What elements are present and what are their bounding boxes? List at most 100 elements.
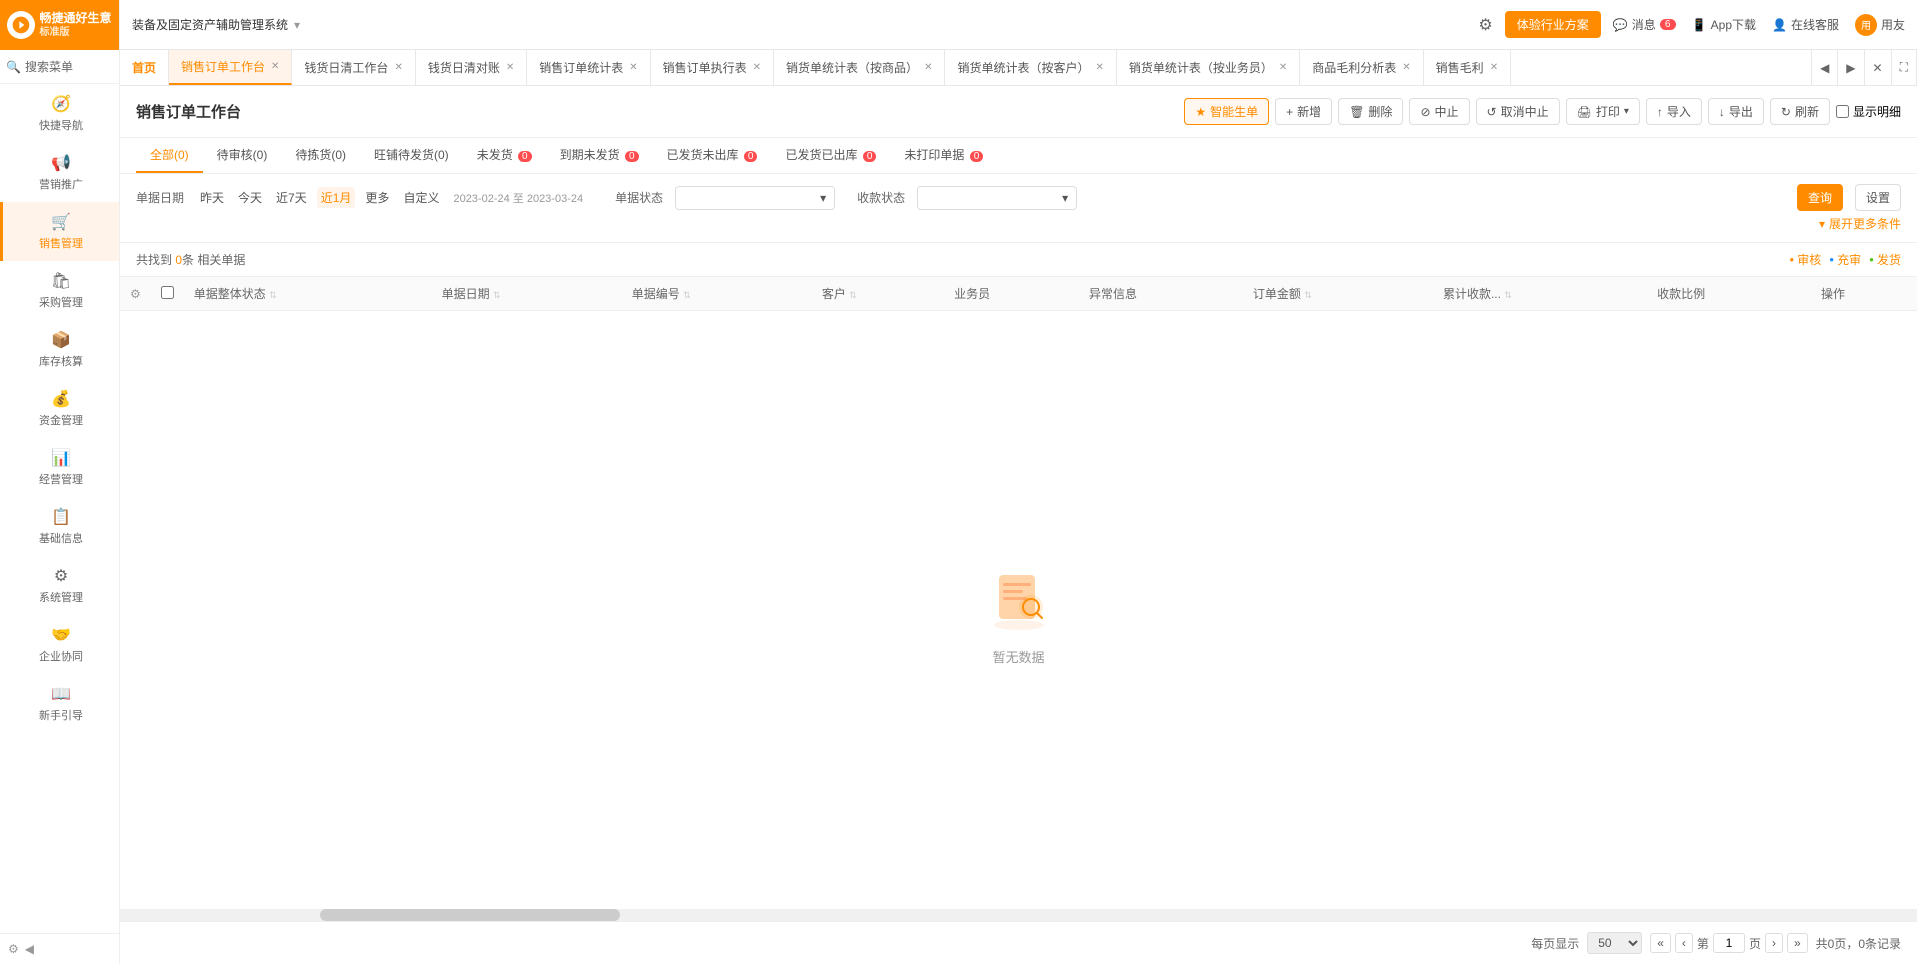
sidebar-item-quick-nav[interactable]: 🧭 快捷导航 <box>0 84 119 143</box>
sales-icon: 🛒 <box>51 212 71 232</box>
subtab-wangpu[interactable]: 旺铺待发货(0) <box>360 138 463 173</box>
system-title: 装备及固定资产辅助管理系统 ▾ <box>132 16 1466 33</box>
subtab-pending-inspect[interactable]: 待拣货(0) <box>281 138 360 173</box>
smart-order-button[interactable]: ★ 智能生单 <box>1184 98 1269 125</box>
search-button[interactable]: 查询 <box>1797 184 1843 211</box>
sort-icon[interactable]: ⇅ <box>849 290 857 300</box>
sidebar-item-finance[interactable]: 💰 资金管理 <box>0 379 119 438</box>
tab-sales-stats[interactable]: 销售订单统计表 ✕ <box>527 50 650 85</box>
status-filter-select[interactable]: ▾ <box>675 186 835 210</box>
logo-icon <box>7 11 35 39</box>
scrollbar-thumb[interactable] <box>320 909 620 921</box>
subtab-pending-review[interactable]: 待审核(0) <box>203 138 282 173</box>
review-action[interactable]: 审核 <box>1789 251 1821 268</box>
tab-close-icon[interactable]: ✕ <box>506 62 514 73</box>
sidebar-item-purchase[interactable]: 🛍 采购管理 <box>0 261 119 320</box>
tab-close-icon[interactable]: ✕ <box>394 62 402 73</box>
search-menu[interactable]: 🔍 搜索菜单 <box>0 50 119 84</box>
tab-sales-stats3[interactable]: 销货单统计表（按客户） ✕ <box>945 50 1116 85</box>
date-opt-yesterday[interactable]: 昨天 <box>196 187 228 208</box>
tab-close-icon[interactable]: ✕ <box>1402 62 1410 73</box>
show-detail-checkbox[interactable]: 显示明细 <box>1836 103 1901 120</box>
tab-margin-analysis[interactable]: 商品毛利分析表 ✕ <box>1300 50 1423 85</box>
cancel-stop-button[interactable]: ↺ 取消中止 <box>1476 98 1560 125</box>
message-button[interactable]: 💬 消息 6 <box>1613 16 1676 33</box>
date-opt-today[interactable]: 今天 <box>234 187 266 208</box>
tab-close-icon[interactable]: ✕ <box>924 62 932 73</box>
ship-action[interactable]: 发货 <box>1869 251 1901 268</box>
select-all-checkbox[interactable] <box>161 286 174 299</box>
export-button[interactable]: ↓ 导出 <box>1708 98 1764 125</box>
sidebar-item-system[interactable]: ⚙ 系统管理 <box>0 556 119 615</box>
stop-button[interactable]: ⊘ 中止 <box>1409 98 1469 125</box>
sidebar-item-sales[interactable]: 🛒 销售管理 <box>0 202 119 261</box>
add-button[interactable]: + 新增 <box>1275 98 1332 125</box>
page-input[interactable] <box>1713 933 1745 953</box>
sidebar-item-marketing[interactable]: 📢 营销推广 <box>0 143 119 202</box>
subtab-all[interactable]: 全部(0) <box>136 138 203 173</box>
sidebar-item-base-info[interactable]: 📋 基础信息 <box>0 497 119 556</box>
tab-home[interactable]: 首页 <box>120 50 169 85</box>
revoke-action[interactable]: 充审 <box>1829 251 1861 268</box>
sort-icon[interactable]: ⇅ <box>1304 290 1312 300</box>
sidebar-item-enterprise[interactable]: 🤝 企业协同 <box>0 615 119 674</box>
payment-filter-select[interactable]: ▾ <box>917 186 1077 210</box>
settings-gear-icon[interactable]: ⚙ <box>1478 15 1492 35</box>
date-opt-more[interactable]: 更多 <box>361 187 393 208</box>
app-download-button[interactable]: 📱 App下载 <box>1692 16 1756 33</box>
date-opt-1month[interactable]: 近1月 <box>317 187 356 208</box>
sidebar-item-operations[interactable]: 📊 经营管理 <box>0 438 119 497</box>
expand-filter-button[interactable]: ▾ 展开更多条件 <box>1819 215 1901 232</box>
tab-sales-gross[interactable]: 销售毛利 ✕ <box>1424 50 1511 85</box>
sort-icon[interactable]: ⇅ <box>269 290 277 300</box>
subtab-not-shipped[interactable]: 未发货 0 <box>463 138 546 173</box>
last-page-button[interactable]: » <box>1787 933 1808 953</box>
tab-cash-daily[interactable]: 钱货日清工作台 ✕ <box>292 50 415 85</box>
subtab-overdue-not-shipped[interactable]: 到期未发货 0 <box>546 138 653 173</box>
prev-page-button[interactable]: ‹ <box>1675 933 1693 953</box>
tab-sales-stats4[interactable]: 销货单统计表（按业务员） ✕ <box>1117 50 1300 85</box>
tab-close-all-button[interactable]: ✕ <box>1865 50 1892 85</box>
tab-close-icon[interactable]: ✕ <box>629 62 637 73</box>
date-opt-custom[interactable]: 自定义 <box>399 187 443 208</box>
print-button[interactable]: 🖨 打印 ▾ <box>1566 98 1640 125</box>
tab-close-icon[interactable]: ✕ <box>1095 62 1103 73</box>
sort-icon[interactable]: ⇅ <box>493 290 501 300</box>
col-gear[interactable]: ⚙ <box>120 277 151 311</box>
horizontal-scrollbar[interactable] <box>120 909 1917 921</box>
detail-checkbox-input[interactable] <box>1836 105 1849 118</box>
industry-solution-button[interactable]: 体验行业方案 <box>1505 11 1601 38</box>
next-page-button[interactable]: › <box>1765 933 1783 953</box>
sidebar-item-inventory[interactable]: 📦 库存核算 <box>0 320 119 379</box>
delete-button[interactable]: 🗑 删除 <box>1338 98 1403 125</box>
sidebar-bottom[interactable]: ⚙ ◀ <box>0 933 119 964</box>
sort-icon[interactable]: ⇅ <box>683 290 691 300</box>
subtab-not-printed[interactable]: 未打印单据 0 <box>890 138 997 173</box>
subtab-shipped-out[interactable]: 已发货已出库 0 <box>771 138 890 173</box>
sort-icon[interactable]: ⇅ <box>1504 290 1512 300</box>
tab-sales-workbench[interactable]: 销售订单工作台 ✕ <box>169 50 292 85</box>
import-button[interactable]: ↑ 导入 <box>1646 98 1702 125</box>
online-service-button[interactable]: 👤 在线客服 <box>1772 16 1839 33</box>
col-checkbox[interactable] <box>151 277 184 311</box>
tab-close-icon[interactable]: ✕ <box>1279 62 1287 73</box>
subtab-shipped-not-out[interactable]: 已发货未出库 0 <box>653 138 772 173</box>
first-page-button[interactable]: « <box>1650 933 1671 953</box>
tab-close-icon[interactable]: ✕ <box>271 61 279 72</box>
tab-sales-exec[interactable]: 销售订单执行表 ✕ <box>651 50 774 85</box>
tab-next-button[interactable]: ▶ <box>1838 50 1864 85</box>
tab-maximize-button[interactable]: ⛶ <box>1892 50 1917 85</box>
tab-prev-button[interactable]: ◀ <box>1812 50 1838 85</box>
tab-sales-stats2[interactable]: 销货单统计表（按商品） ✕ <box>774 50 945 85</box>
tab-close-icon[interactable]: ✕ <box>753 62 761 73</box>
date-opt-7days[interactable]: 近7天 <box>272 187 311 208</box>
collapse-icon: ◀ <box>25 942 34 956</box>
col-order-amount: 订单金额 ⇅ <box>1243 277 1433 311</box>
refresh-button[interactable]: ↻ 刷新 <box>1770 98 1830 125</box>
tab-cash-reconcile[interactable]: 钱货日清对账 ✕ <box>416 50 527 85</box>
filter-settings-button[interactable]: 设置 <box>1855 184 1901 211</box>
sidebar-item-guide[interactable]: 📖 新手引导 <box>0 674 119 733</box>
tab-close-icon[interactable]: ✕ <box>1490 62 1498 73</box>
user-menu[interactable]: 用 用友 <box>1855 14 1905 36</box>
page-size-select[interactable]: 50 100 200 <box>1587 932 1642 954</box>
